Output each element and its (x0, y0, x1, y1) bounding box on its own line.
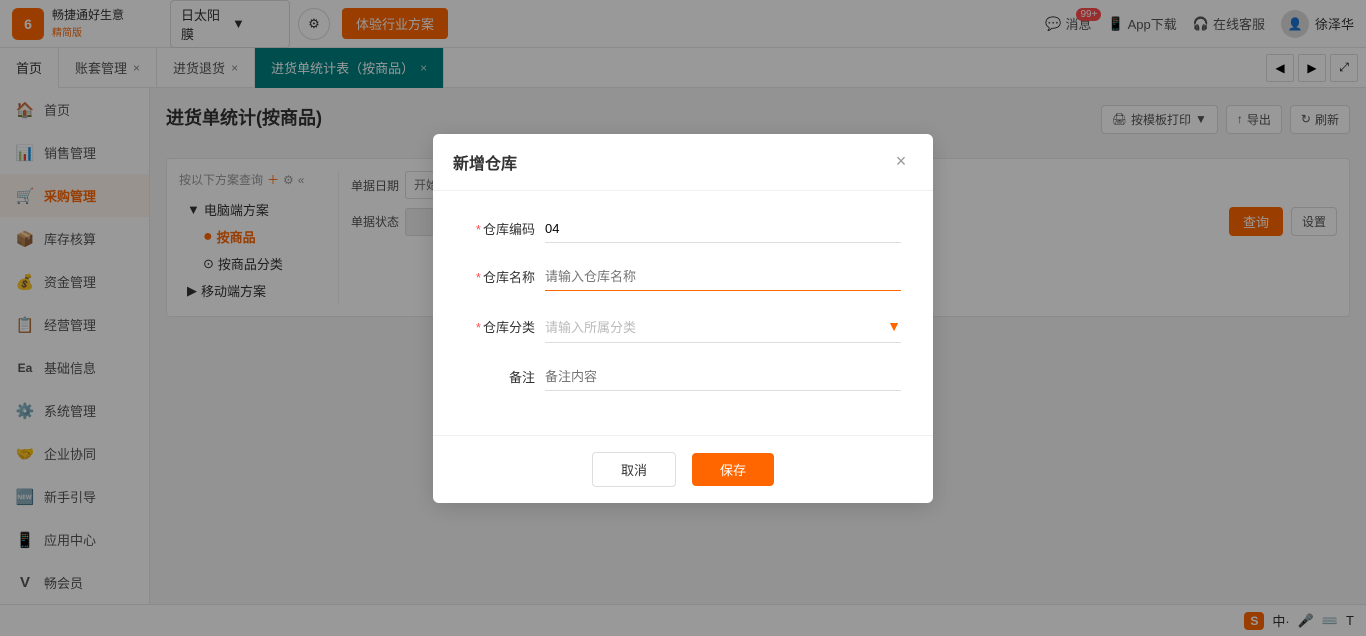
remark-input[interactable] (545, 363, 901, 391)
name-label: 仓库名称 (465, 267, 545, 286)
name-input[interactable] (545, 263, 901, 291)
modal-new-warehouse: 新增仓库 × 仓库编码 仓库名称 仓库分类 请输入所属分类 ▼ (433, 134, 933, 503)
category-select-row[interactable]: 请输入所属分类 ▼ (545, 311, 901, 343)
form-row-name: 仓库名称 (465, 263, 901, 291)
cancel-button[interactable]: 取消 (592, 452, 676, 487)
modal-header: 新增仓库 × (433, 134, 933, 191)
code-label: 仓库编码 (465, 219, 545, 238)
modal-title: 新增仓库 (453, 150, 517, 174)
form-row-category: 仓库分类 请输入所属分类 ▼ (465, 311, 901, 343)
save-button[interactable]: 保存 (692, 453, 774, 486)
modal-body: 仓库编码 仓库名称 仓库分类 请输入所属分类 ▼ 备注 (433, 191, 933, 435)
category-select-placeholder: 请输入所属分类 (545, 317, 887, 336)
modal-footer: 取消 保存 (433, 435, 933, 503)
form-row-remark: 备注 (465, 363, 901, 391)
code-input[interactable] (545, 215, 901, 243)
modal-close-button[interactable]: × (889, 150, 913, 174)
modal-overlay: 新增仓库 × 仓库编码 仓库名称 仓库分类 请输入所属分类 ▼ (0, 0, 1366, 636)
category-dropdown-icon: ▼ (887, 318, 901, 334)
remark-label: 备注 (465, 367, 545, 386)
form-row-code: 仓库编码 (465, 215, 901, 243)
category-label: 仓库分类 (465, 317, 545, 336)
